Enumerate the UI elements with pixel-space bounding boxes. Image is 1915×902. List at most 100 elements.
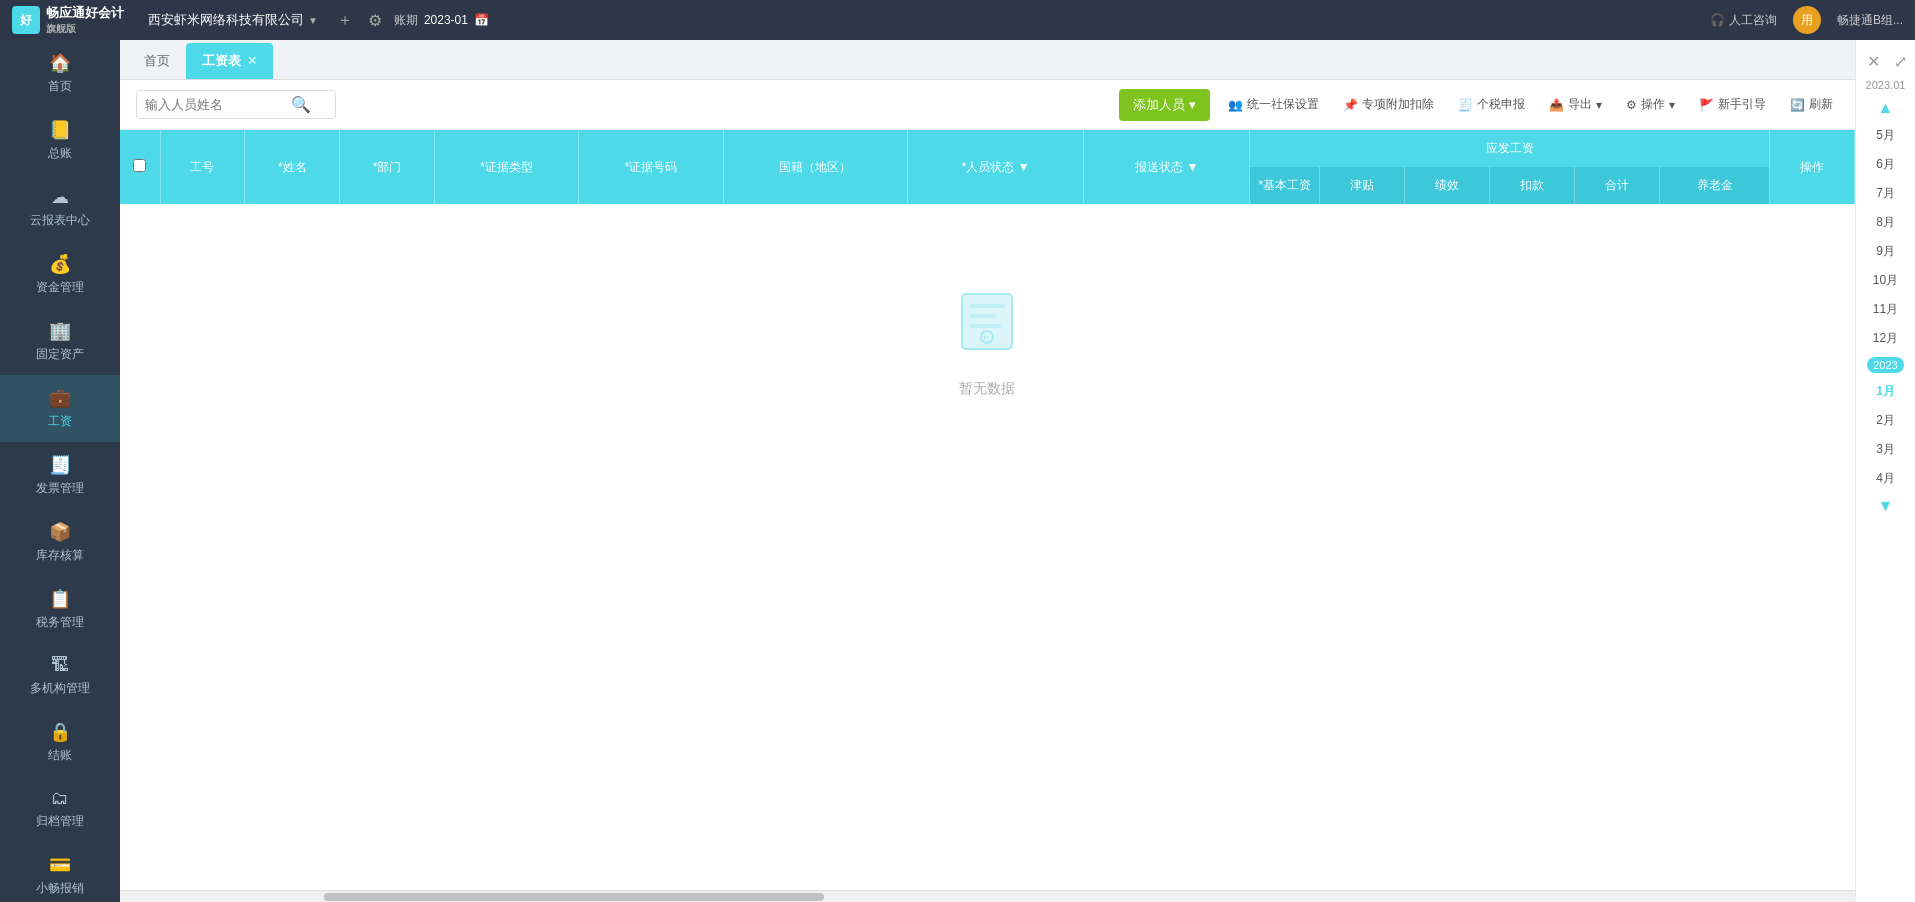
personal-tax-button[interactable]: 🧾 个税申报 [1452,92,1531,117]
sidebar-item-ledger[interactable]: 📒 总账 [0,107,120,174]
period-label: 账期 [394,12,418,29]
sidebar-item-expense[interactable]: 💳 小畅报销 [0,842,120,902]
ledger-icon: 📒 [49,119,71,141]
sidebar-item-fixed-assets[interactable]: 🏢 固定资产 [0,308,120,375]
checkbox-header[interactable] [120,130,160,204]
sidebar-item-cloud-report[interactable]: ☁ 云报表中心 [0,174,120,241]
sidebar-item-archive[interactable]: 🗂 归档管理 [0,776,120,842]
col-report-status: 报送状态 ▼ [1084,130,1250,204]
logo-area: 好 畅应通好会计 旗舰版 [12,4,132,36]
fund-icon: 💰 [49,253,71,275]
personal-tax-label: 个税申报 [1477,96,1525,113]
col-id-type: *证据类型 [434,130,578,204]
empty-state: 暂无数据 [120,204,1855,478]
timeline-month-5[interactable]: 5月 [1856,121,1915,150]
toolbar: 🔍 添加人员 ▾ 👥 统一社保设置 📌 专项附加扣除 🧾 个税申报 [120,80,1855,130]
timeline-top-buttons: ✕ ⤢ [1856,44,1915,75]
sidebar-item-label: 多机构管理 [30,680,90,697]
sidebar-item-multi-org[interactable]: 🏗 多机构管理 [0,643,120,709]
sidebar-item-tax[interactable]: 📋 税务管理 [0,576,120,643]
sidebar-item-label: 资金管理 [36,279,84,296]
timeline-month-2[interactable]: 2月 [1856,406,1915,435]
export-button[interactable]: 📤 导出 ▾ [1543,92,1608,117]
settings-icon[interactable]: ⚙ [364,9,386,31]
timeline-month-8[interactable]: 8月 [1856,208,1915,237]
operations-button[interactable]: ⚙ 操作 ▾ [1620,92,1681,117]
operations-dropdown-icon: ▾ [1669,98,1675,112]
avatar[interactable]: 用 [1793,6,1821,34]
timeline-next-button[interactable]: ▼ [1874,493,1898,519]
col-operations: 操作 [1769,130,1854,204]
export-icon: 📤 [1549,98,1564,112]
timeline-month-4[interactable]: 4月 [1856,464,1915,493]
svg-rect-3 [969,324,1001,328]
sidebar-item-inventory[interactable]: 📦 库存核算 [0,509,120,576]
refresh-button[interactable]: 🔄 刷新 [1784,92,1839,117]
timeline-month-3[interactable]: 3月 [1856,435,1915,464]
timeline-header: 2023.01 [1862,75,1910,95]
inventory-icon: 📦 [49,521,71,543]
cloud-icon: ☁ [51,186,69,208]
logo-text-main: 畅应通好会计 [46,4,124,22]
timeline-month-6[interactable]: 6月 [1856,150,1915,179]
sidebar-item-label: 结账 [48,747,72,764]
timeline-expand-button[interactable]: ⤢ [1890,48,1911,75]
timeline-month-10[interactable]: 10月 [1856,266,1915,295]
scroll-thumb[interactable] [324,893,824,901]
social-security-button[interactable]: 👥 统一社保设置 [1222,92,1325,117]
tab-home-label: 首页 [144,52,170,70]
special-deduction-button[interactable]: 📌 专项附加扣除 [1337,92,1440,117]
timeline-month-11[interactable]: 11月 [1856,295,1915,324]
tab-home[interactable]: 首页 [128,43,186,79]
search-box: 🔍 [136,90,336,119]
add-person-button[interactable]: 添加人员 ▾ [1119,89,1210,121]
company-selector[interactable]: 西安虾米网络科技有限公司 ▼ [140,7,326,33]
col-emp-status: *人员状态 ▼ [908,130,1084,204]
logo-icon: 好 [12,6,40,34]
support-label: 人工咨询 [1729,12,1777,29]
add-company-button[interactable]: ＋ [334,9,356,31]
special-deduction-label: 专项附加扣除 [1362,96,1434,113]
sidebar-item-label: 发票管理 [36,480,84,497]
emp-status-filter-icon[interactable]: ▼ [1018,160,1030,174]
sidebar-item-closing[interactable]: 🔒 结账 [0,709,120,776]
user-name: 畅捷通B组... [1837,12,1903,29]
calendar-icon[interactable]: 📅 [474,13,489,27]
col-base-salary: *基本工资 [1250,167,1320,204]
timeline-prev-button[interactable]: ▲ [1874,95,1898,121]
search-input[interactable] [145,97,285,112]
timeline-close-button[interactable]: ✕ [1863,48,1888,75]
timeline-month-9[interactable]: 9月 [1856,237,1915,266]
report-status-filter-icon[interactable]: ▼ [1187,160,1199,174]
sidebar-item-label: 小畅报销 [36,880,84,897]
guide-button[interactable]: 🚩 新手引导 [1693,92,1772,117]
select-all-checkbox[interactable] [133,159,146,172]
timeline-month-1[interactable]: 1月 [1856,377,1915,406]
tab-salary-table[interactable]: 工资表 ✕ [186,43,273,79]
timeline-panel: ✕ ⤢ 2023.01 ▲ 5月 6月 7月 8月 9月 10月 11月 12月… [1855,40,1915,902]
sidebar-item-invoice[interactable]: 🧾 发票管理 [0,442,120,509]
export-label: 导出 [1568,96,1592,113]
operations-icon: ⚙ [1626,98,1637,112]
sidebar-item-salary[interactable]: 💼 工资 [0,375,120,442]
home-icon: 🏠 [49,52,71,74]
sidebar-item-fund[interactable]: 💰 资金管理 [0,241,120,308]
horizontal-scrollbar[interactable] [120,890,1855,902]
timeline-month-12[interactable]: 12月 [1856,324,1915,353]
timeline-month-7[interactable]: 7月 [1856,179,1915,208]
salary-table: 工号 *姓名 *部门 *证据类型 *证据号码 国籍（地区） *人员状态 ▼ 报送… [120,130,1855,478]
empty-text: 暂无数据 [959,380,1015,398]
invoice-icon: 🧾 [49,454,71,476]
tab-bar: 首页 工资表 ✕ [120,40,1855,80]
search-icon[interactable]: 🔍 [291,95,311,114]
empty-icon [947,284,1027,364]
add-person-label: 添加人员 [1133,96,1185,114]
logo-text-sub: 旗舰版 [46,22,124,36]
tab-close-button[interactable]: ✕ [247,54,257,68]
tab-salary-label: 工资表 [202,52,241,70]
sidebar-item-label: 库存核算 [36,547,84,564]
col-allowance: 津贴 [1320,167,1405,204]
sidebar-item-home[interactable]: 🏠 首页 [0,40,120,107]
toolbar-right: 添加人员 ▾ 👥 统一社保设置 📌 专项附加扣除 🧾 个税申报 📤 [1119,89,1839,121]
support-button[interactable]: 🎧 人工咨询 [1710,12,1777,29]
